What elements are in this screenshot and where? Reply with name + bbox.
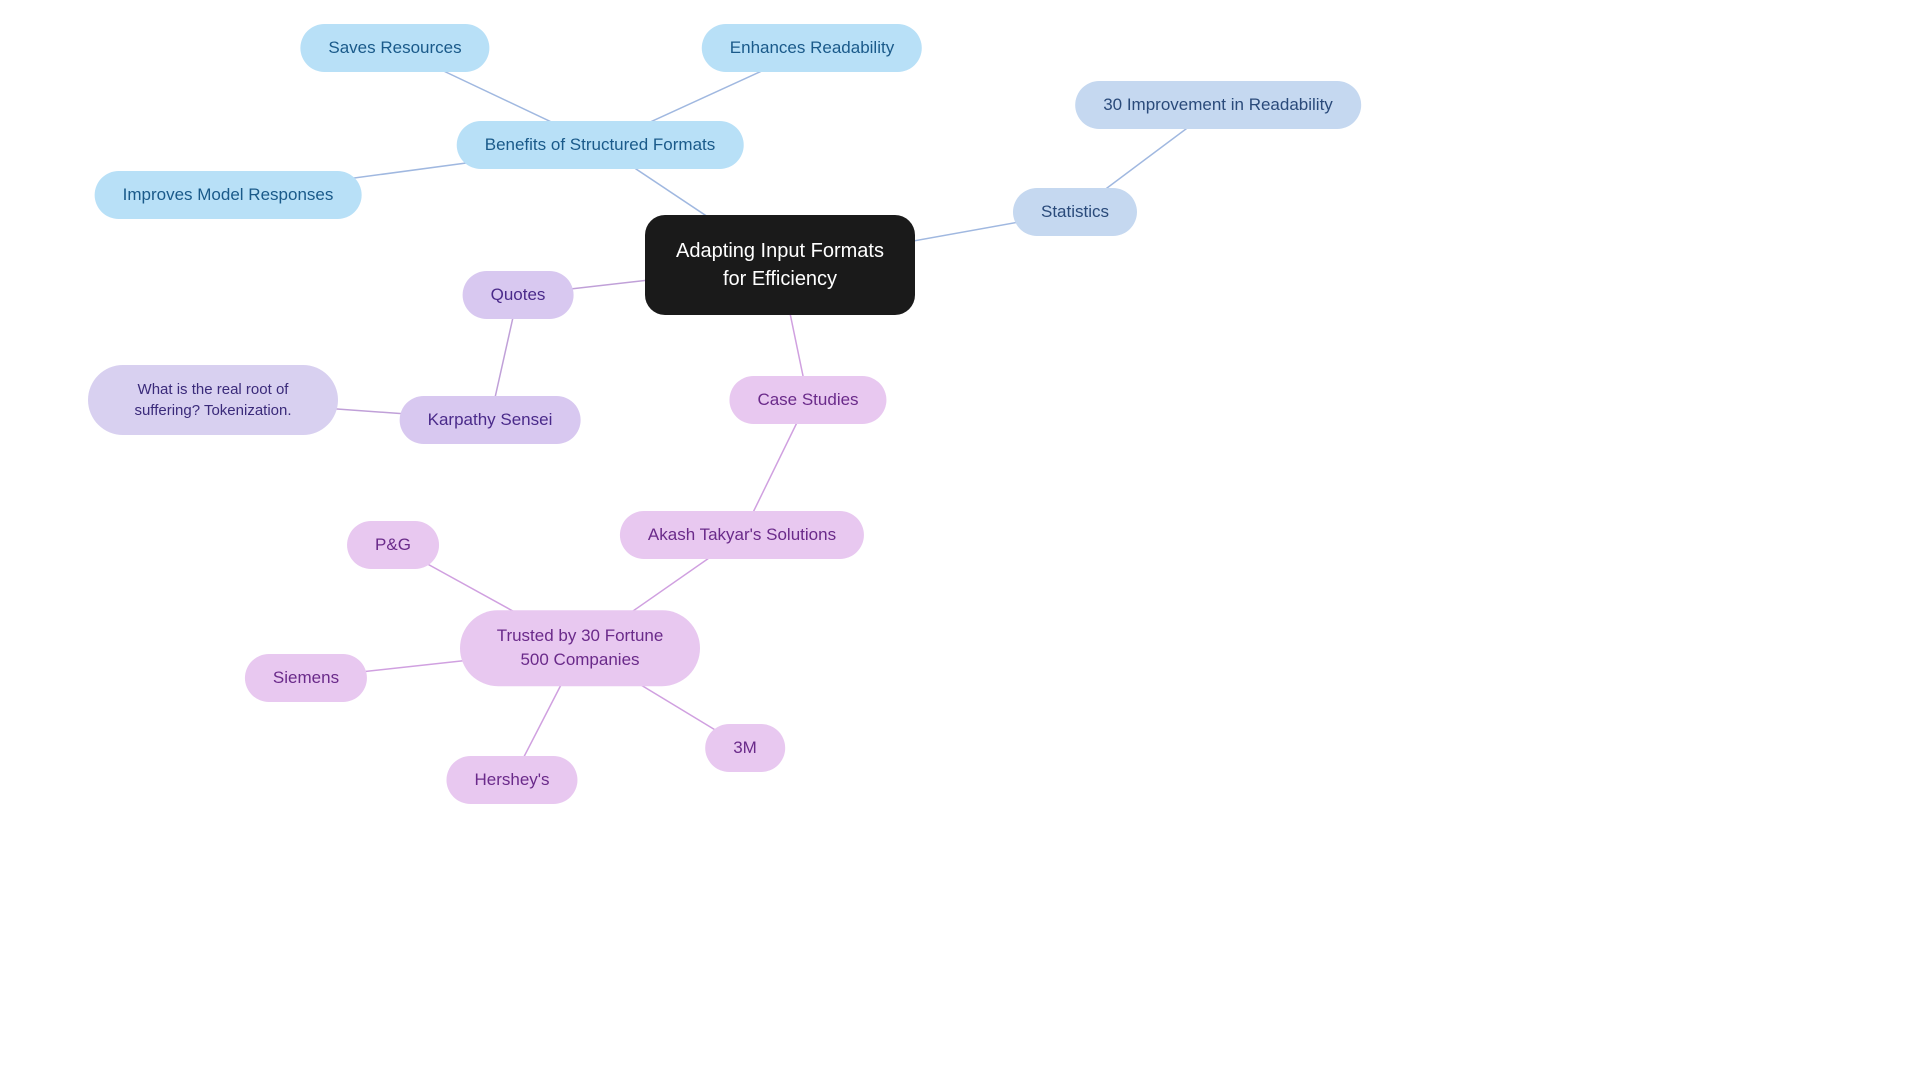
- hersheys-label: Hershey's: [474, 770, 549, 790]
- three-m-node[interactable]: 3M: [705, 724, 785, 772]
- pg-node[interactable]: P&G: [347, 521, 439, 569]
- saves-resources-label: Saves Resources: [328, 38, 461, 58]
- trusted-label: Trusted by 30 Fortune 500 Companies: [488, 624, 672, 672]
- akash-label: Akash Takyar's Solutions: [648, 525, 836, 545]
- karpathy-quote-node[interactable]: What is the real root of suffering? Toke…: [88, 365, 338, 435]
- trusted-node[interactable]: Trusted by 30 Fortune 500 Companies: [460, 610, 700, 686]
- mind-map: Adapting Input Formats for Efficiency Be…: [0, 0, 1920, 1083]
- quotes-node[interactable]: Quotes: [463, 271, 574, 319]
- statistics-label: Statistics: [1041, 202, 1109, 222]
- enhances-readability-node[interactable]: Enhances Readability: [702, 24, 922, 72]
- improvement-readability-node[interactable]: 30 Improvement in Readability: [1075, 81, 1361, 129]
- quotes-label: Quotes: [491, 285, 546, 305]
- improves-model-node[interactable]: Improves Model Responses: [95, 171, 362, 219]
- improvement-readability-label: 30 Improvement in Readability: [1103, 95, 1333, 115]
- saves-resources-node[interactable]: Saves Resources: [300, 24, 489, 72]
- case-studies-node[interactable]: Case Studies: [729, 376, 886, 424]
- benefits-label: Benefits of Structured Formats: [485, 135, 716, 155]
- three-m-label: 3M: [733, 738, 757, 758]
- center-node[interactable]: Adapting Input Formats for Efficiency: [645, 215, 915, 315]
- siemens-label: Siemens: [273, 668, 339, 688]
- akash-node[interactable]: Akash Takyar's Solutions: [620, 511, 864, 559]
- siemens-node[interactable]: Siemens: [245, 654, 367, 702]
- karpathy-label: Karpathy Sensei: [428, 410, 553, 430]
- case-studies-label: Case Studies: [757, 390, 858, 410]
- hersheys-node[interactable]: Hershey's: [446, 756, 577, 804]
- karpathy-node[interactable]: Karpathy Sensei: [400, 396, 581, 444]
- karpathy-quote-label: What is the real root of suffering? Toke…: [116, 379, 310, 421]
- statistics-node[interactable]: Statistics: [1013, 188, 1137, 236]
- enhances-readability-label: Enhances Readability: [730, 38, 894, 58]
- center-label: Adapting Input Formats for Efficiency: [675, 237, 885, 293]
- pg-label: P&G: [375, 535, 411, 555]
- connections-svg: [0, 0, 1920, 1083]
- improves-model-label: Improves Model Responses: [123, 185, 334, 205]
- benefits-node[interactable]: Benefits of Structured Formats: [457, 121, 744, 169]
